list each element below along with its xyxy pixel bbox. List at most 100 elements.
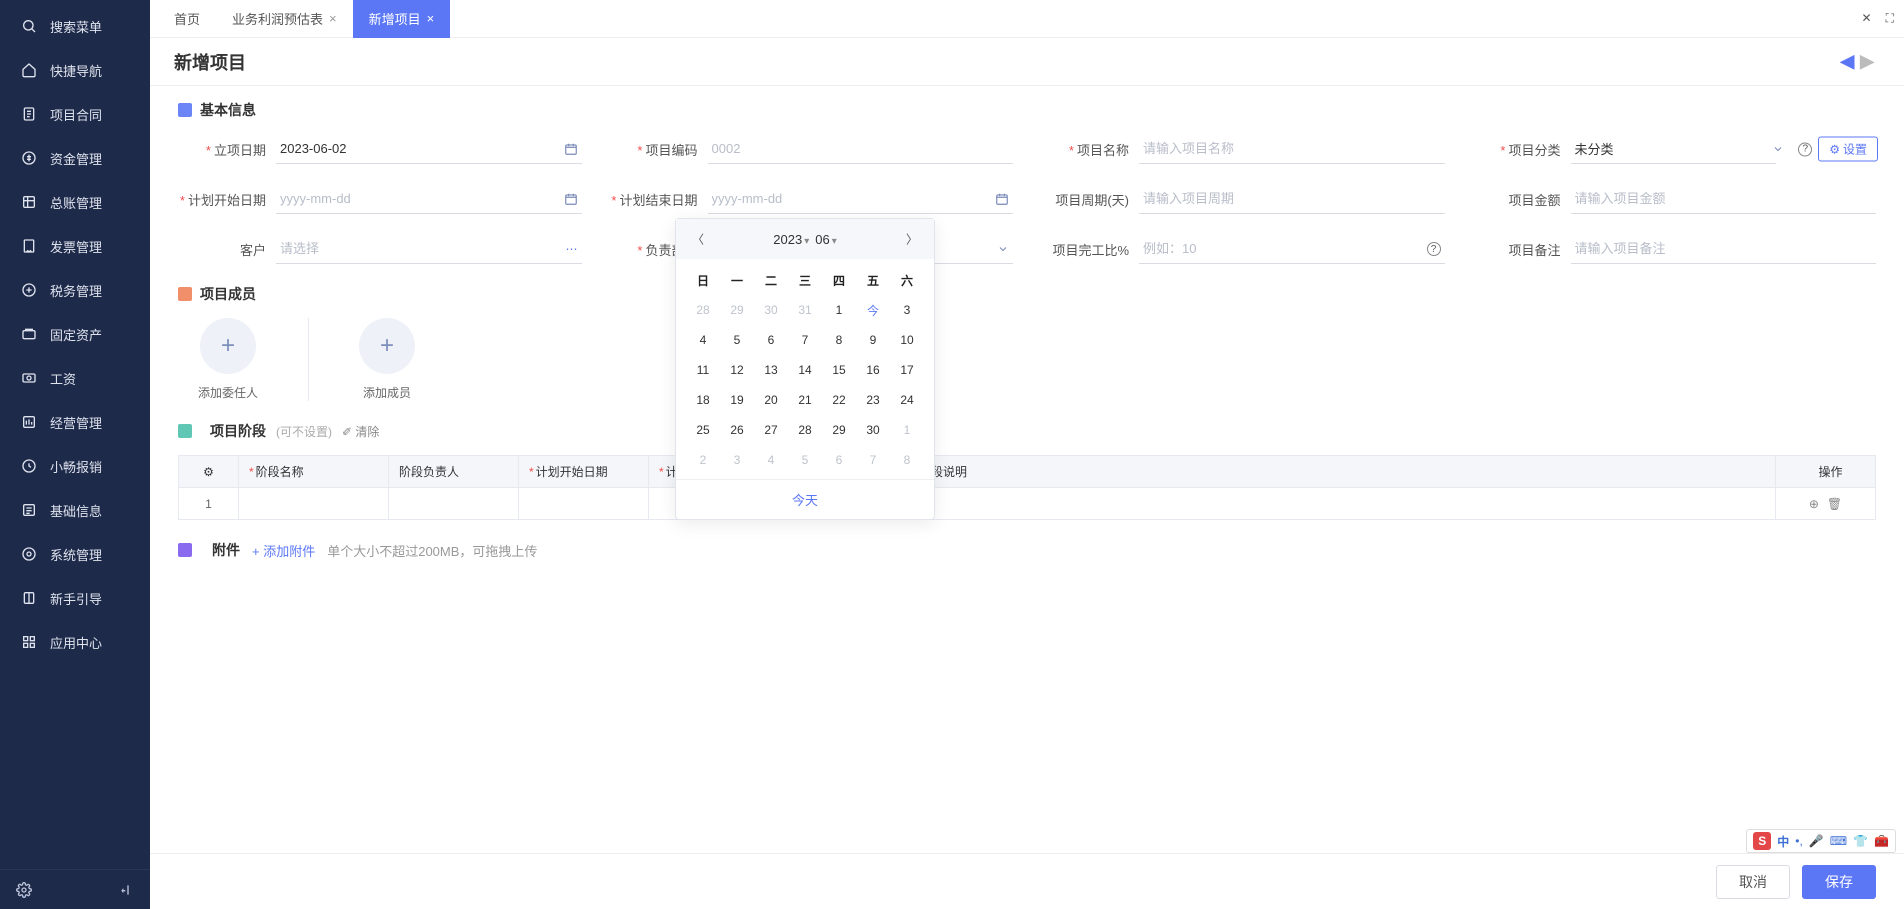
- datepicker-today-button[interactable]: 今天: [676, 479, 934, 519]
- datepicker-day[interactable]: 24: [890, 385, 924, 415]
- next-record-icon[interactable]: ▶: [1860, 51, 1874, 72]
- chevron-down-icon[interactable]: [997, 243, 1009, 255]
- datepicker-day[interactable]: 5: [720, 325, 754, 355]
- delete-row-icon[interactable]: 🗑: [1827, 497, 1842, 511]
- datepicker-day[interactable]: 21: [788, 385, 822, 415]
- phase-owner-cell[interactable]: [389, 488, 519, 520]
- datepicker-day[interactable]: 20: [754, 385, 788, 415]
- datepicker-day[interactable]: 30: [856, 415, 890, 445]
- datepicker-day[interactable]: 4: [686, 325, 720, 355]
- add-row-icon[interactable]: ⊕: [1809, 497, 1819, 511]
- datepicker-day[interactable]: 16: [856, 355, 890, 385]
- customer-select[interactable]: [276, 234, 582, 264]
- period-input[interactable]: [1139, 184, 1445, 214]
- datepicker-day[interactable]: 8: [890, 445, 924, 475]
- datepicker-day[interactable]: 13: [754, 355, 788, 385]
- datepicker-day[interactable]: 7: [856, 445, 890, 475]
- datepicker-day[interactable]: 11: [686, 355, 720, 385]
- phase-name-cell[interactable]: [239, 488, 389, 520]
- tab[interactable]: 业务利润预估表×: [216, 0, 353, 38]
- help-icon[interactable]: ?: [1427, 242, 1441, 256]
- datepicker-next-icon[interactable]: 〉: [896, 231, 928, 248]
- datepicker-day[interactable]: 19: [720, 385, 754, 415]
- datepicker-day[interactable]: 1: [890, 415, 924, 445]
- datepicker-day[interactable]: 3: [720, 445, 754, 475]
- phase-start-cell[interactable]: [519, 488, 649, 520]
- datepicker-day[interactable]: 8: [822, 325, 856, 355]
- datepicker-day[interactable]: 28: [788, 415, 822, 445]
- settings-icon[interactable]: [16, 882, 32, 898]
- datepicker-day[interactable]: 15: [822, 355, 856, 385]
- prev-record-icon[interactable]: ◀: [1840, 51, 1854, 72]
- fullscreen-icon[interactable]: ⛶: [1886, 11, 1894, 26]
- create-date-input[interactable]: [276, 134, 582, 164]
- datepicker-day[interactable]: 14: [788, 355, 822, 385]
- sidebar-item-salary[interactable]: 工资: [0, 356, 150, 400]
- chevron-down-icon[interactable]: [1772, 143, 1784, 155]
- datepicker-day[interactable]: 28: [686, 295, 720, 325]
- collapse-sidebar-icon[interactable]: [118, 882, 134, 898]
- sidebar-item-doc[interactable]: 项目合同: [0, 92, 150, 136]
- amount-input[interactable]: [1571, 184, 1877, 214]
- calendar-icon[interactable]: [995, 192, 1009, 206]
- datepicker-day[interactable]: 9: [856, 325, 890, 355]
- sidebar-item-money[interactable]: 资金管理: [0, 136, 150, 180]
- datepicker-day[interactable]: 23: [856, 385, 890, 415]
- close-icon[interactable]: ×: [329, 11, 337, 26]
- phases-clear-button[interactable]: ✐ 清除: [342, 423, 379, 440]
- sidebar-item-reimb[interactable]: 小畅报销: [0, 444, 150, 488]
- tab[interactable]: 新增项目×: [353, 0, 451, 38]
- datepicker-day[interactable]: 5: [788, 445, 822, 475]
- sidebar-item-search[interactable]: 搜索菜单: [0, 4, 150, 48]
- datepicker-day[interactable]: 6: [822, 445, 856, 475]
- datepicker-day[interactable]: 27: [754, 415, 788, 445]
- sidebar-item-home[interactable]: 快捷导航: [0, 48, 150, 92]
- category-select[interactable]: [1571, 134, 1777, 164]
- sidebar-item-apps[interactable]: 应用中心: [0, 620, 150, 664]
- datepicker-day[interactable]: 2: [686, 445, 720, 475]
- datepicker-day[interactable]: 10: [890, 325, 924, 355]
- datepicker-day[interactable]: 今: [856, 295, 890, 325]
- datepicker-day[interactable]: 17: [890, 355, 924, 385]
- phase-desc-cell[interactable]: [909, 488, 1776, 520]
- datepicker-day[interactable]: 22: [822, 385, 856, 415]
- datepicker-month-select[interactable]: 06▾: [815, 232, 837, 247]
- datepicker-day[interactable]: 12: [720, 355, 754, 385]
- datepicker-day[interactable]: 29: [720, 295, 754, 325]
- sidebar-item-ledger[interactable]: 总账管理: [0, 180, 150, 224]
- more-icon[interactable]: ⋯: [566, 242, 578, 256]
- datepicker-day[interactable]: 3: [890, 295, 924, 325]
- plan-end-input[interactable]: [708, 184, 1014, 214]
- proj-name-input[interactable]: [1139, 134, 1445, 164]
- tab[interactable]: 首页: [158, 0, 216, 38]
- sidebar-item-guide[interactable]: 新手引导: [0, 576, 150, 620]
- progress-input[interactable]: [1139, 234, 1445, 264]
- help-icon[interactable]: ?: [1798, 142, 1812, 156]
- add-owner-button[interactable]: +: [200, 318, 256, 374]
- plan-start-input[interactable]: [276, 184, 582, 214]
- category-setting-button[interactable]: ⚙设置: [1818, 137, 1878, 162]
- datepicker-day[interactable]: 29: [822, 415, 856, 445]
- close-icon[interactable]: ×: [427, 11, 435, 26]
- save-button[interactable]: 保存: [1802, 865, 1876, 899]
- datepicker-day[interactable]: 4: [754, 445, 788, 475]
- sidebar-item-tax[interactable]: 税务管理: [0, 268, 150, 312]
- calendar-icon[interactable]: [564, 192, 578, 206]
- datepicker-day[interactable]: 25: [686, 415, 720, 445]
- close-all-tabs-icon[interactable]: ✕: [1862, 11, 1872, 26]
- datepicker-day[interactable]: 1: [822, 295, 856, 325]
- add-attachment-button[interactable]: + 添加附件: [252, 541, 315, 560]
- datepicker-day[interactable]: 31: [788, 295, 822, 325]
- gear-icon[interactable]: ⚙: [203, 465, 214, 479]
- sidebar-item-invoice[interactable]: 发票管理: [0, 224, 150, 268]
- datepicker-day[interactable]: 7: [788, 325, 822, 355]
- sidebar-item-system[interactable]: 系统管理: [0, 532, 150, 576]
- calendar-icon[interactable]: [564, 142, 578, 156]
- datepicker-day[interactable]: 30: [754, 295, 788, 325]
- sidebar-item-biz[interactable]: 经营管理: [0, 400, 150, 444]
- datepicker-day[interactable]: 6: [754, 325, 788, 355]
- datepicker-day[interactable]: 26: [720, 415, 754, 445]
- cancel-button[interactable]: 取消: [1716, 865, 1790, 899]
- datepicker-year-select[interactable]: 2023▾: [773, 232, 809, 247]
- code-input[interactable]: [708, 134, 1014, 164]
